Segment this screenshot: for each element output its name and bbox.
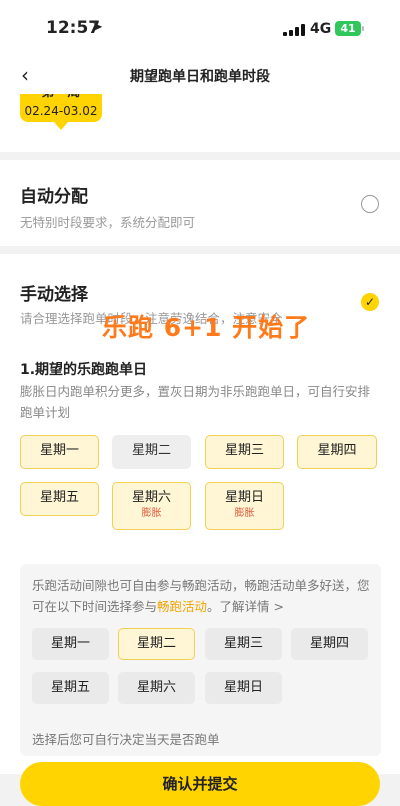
- run-day-label: 星期四: [317, 443, 357, 458]
- auto-option-card[interactable]: 自动分配 无特别时段要求，系统分配即可: [0, 160, 400, 246]
- week-name: 第一周: [20, 94, 102, 102]
- run-day-chip[interactable]: 星期五: [20, 482, 99, 516]
- casual-day-chip[interactable]: 星期日: [205, 672, 282, 704]
- section-desc-run-days: 膨胀日内跑单积分更多，置灰日期为非乐跑跑单日，可自行安排跑单计划: [20, 384, 371, 420]
- casual-run-link[interactable]: 畅跑活动: [157, 599, 207, 614]
- run-day-chip[interactable]: 星期四: [297, 435, 377, 469]
- auto-option-title: 自动分配: [20, 187, 88, 207]
- signal-icon: [283, 24, 305, 36]
- info-text: 乐跑活动间隙也可自由参与畅跑活动，畅跑活动单多好送，您可在以下时间选择参与畅跑活…: [32, 575, 372, 617]
- casual-run-info-box: 乐跑活动间隙也可自由参与畅跑活动，畅跑活动单多好送，您可在以下时间选择参与畅跑活…: [20, 564, 381, 756]
- week-tag: 第一周 02.24-03.02: [20, 94, 102, 122]
- section-title-run-days: 1.期望的乐跑跑单日: [20, 362, 148, 378]
- battery-icon: 41: [335, 21, 361, 36]
- run-day-label: 星期日: [224, 490, 264, 505]
- casual-day-chip[interactable]: 星期一: [32, 628, 109, 660]
- manual-option-title: 手动选择: [20, 285, 88, 305]
- casual-day-chip[interactable]: 星期五: [32, 672, 109, 704]
- run-day-label: 星期五: [39, 490, 79, 505]
- run-day-chip[interactable]: 星期三: [205, 435, 284, 469]
- boost-badge: 膨胀: [234, 508, 255, 519]
- casual-day-chip[interactable]: 星期六: [118, 672, 195, 704]
- casual-day-chip[interactable]: 星期四: [291, 628, 368, 660]
- manual-radio-checked-icon[interactable]: [361, 293, 379, 311]
- casual-day-chip[interactable]: 星期三: [205, 628, 282, 660]
- run-day-label: 星期六: [131, 490, 171, 505]
- week-band: 第一周 02.24-03.02: [0, 94, 400, 152]
- auto-radio[interactable]: [361, 195, 379, 213]
- run-day-chip[interactable]: 星期一: [20, 435, 99, 469]
- status-bar: 12:57 ➤ 4G 41: [0, 0, 400, 58]
- run-day-chip[interactable]: 星期日 膨胀: [205, 482, 284, 530]
- page-title: 期望跑单日和跑单时段: [130, 69, 270, 85]
- run-day-label: 星期三: [224, 443, 264, 458]
- run-day-label: 星期一: [39, 443, 79, 458]
- run-day-label: 星期二: [131, 443, 171, 458]
- run-day-chip[interactable]: 星期二: [112, 435, 191, 469]
- info-footer: 选择后您可自行决定当天是否跑单: [32, 732, 220, 747]
- week-tag-pointer: [54, 122, 68, 130]
- casual-day-chip[interactable]: 星期二: [118, 628, 195, 660]
- boost-badge: 膨胀: [141, 508, 162, 519]
- learn-more-link[interactable]: 。了解详情 >: [207, 599, 284, 614]
- auto-option-desc: 无特别时段要求，系统分配即可: [20, 215, 196, 230]
- location-arrow-icon: ➤: [92, 20, 103, 35]
- nav-bar: ‹ 期望跑单日和跑单时段: [0, 58, 400, 94]
- battery-tip: [362, 26, 364, 31]
- run-day-chip[interactable]: 星期六 膨胀: [112, 482, 191, 530]
- network-label: 4G: [310, 21, 332, 37]
- manual-option-desc: 请合理选择跑单时段，注意劳逸结合，注意安全: [20, 311, 283, 326]
- week-dates: 02.24-03.02: [24, 104, 98, 118]
- confirm-button[interactable]: 确认并提交: [20, 762, 380, 806]
